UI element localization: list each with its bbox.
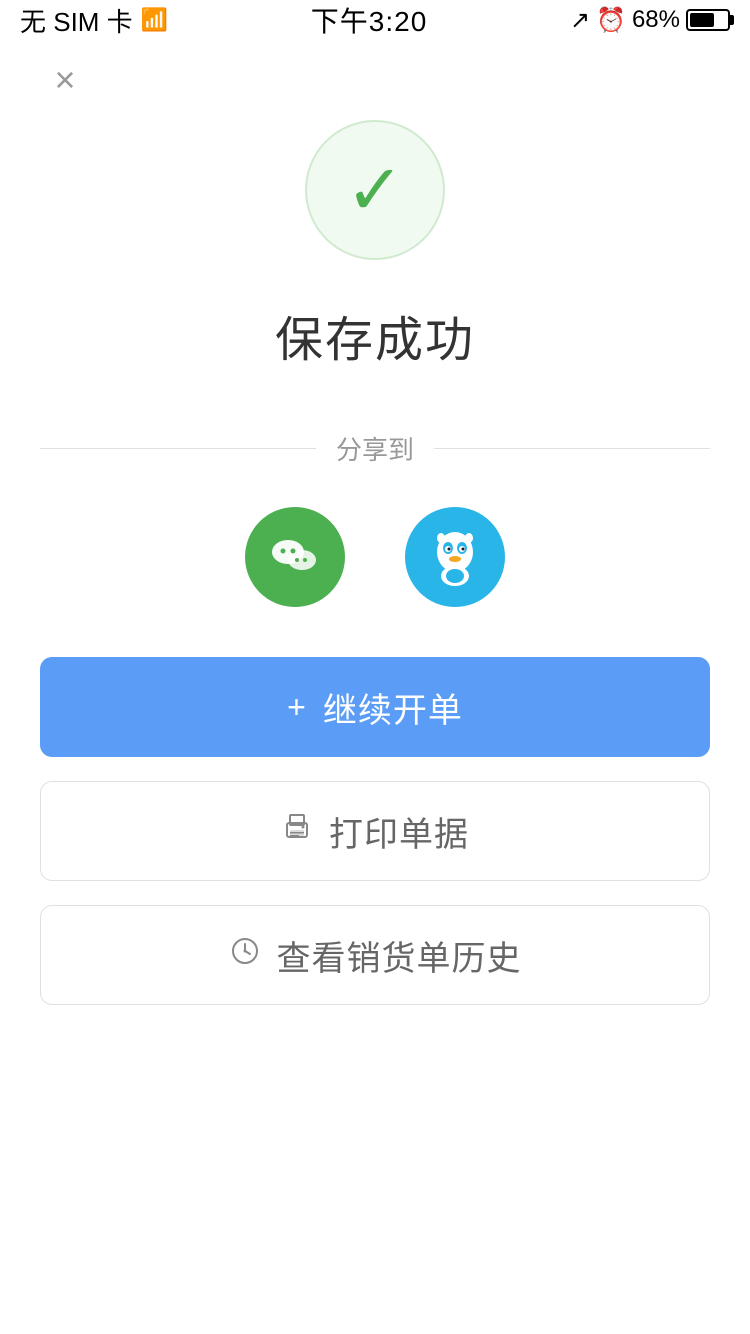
wechat-share-button[interactable] [245,507,345,607]
success-circle: ✓ [305,120,445,260]
carrier-text: 无 SIM 卡 [20,2,133,39]
close-icon: × [54,62,75,98]
divider-left [40,448,316,449]
print-button[interactable]: 打印单据 [40,781,710,881]
status-left: 无 SIM 卡 📶 [20,2,168,39]
check-icon: ✓ [346,155,405,225]
print-label: 打印单据 [329,807,469,856]
qq-icon [426,526,484,588]
battery-fill [690,13,714,27]
status-right: ↗ ⏰ 68% [570,6,730,35]
divider-right [434,448,710,449]
alarm-icon: ⏰ [596,6,626,35]
actions-section: + 继续开单 打印单据 [0,657,750,1005]
main-content: ✓ 保存成功 分享到 [0,40,750,1005]
success-title: 保存成功 [275,300,475,370]
qq-share-button[interactable] [405,507,505,607]
battery-percentage: 68% [632,6,680,34]
share-icons-row [40,507,710,607]
history-button[interactable]: 查看销货单历史 [40,905,710,1005]
share-label: 分享到 [336,430,414,467]
print-icon [281,811,313,851]
share-divider-row: 分享到 [40,430,710,467]
continue-label: 继续开单 [323,683,463,732]
plus-icon: + [287,689,307,726]
wechat-icon [266,528,324,586]
continue-button[interactable]: + 继续开单 [40,657,710,757]
status-time: 下午3:20 [311,0,428,40]
close-button[interactable]: × [40,55,90,105]
history-icon [229,935,261,975]
status-bar: 无 SIM 卡 📶 下午3:20 ↗ ⏰ 68% [0,0,750,40]
share-section: 分享到 [0,430,750,607]
history-label: 查看销货单历史 [277,931,522,980]
location-icon: ↗ [570,6,590,35]
battery-bar [686,9,730,31]
wifi-icon: 📶 [141,7,168,33]
